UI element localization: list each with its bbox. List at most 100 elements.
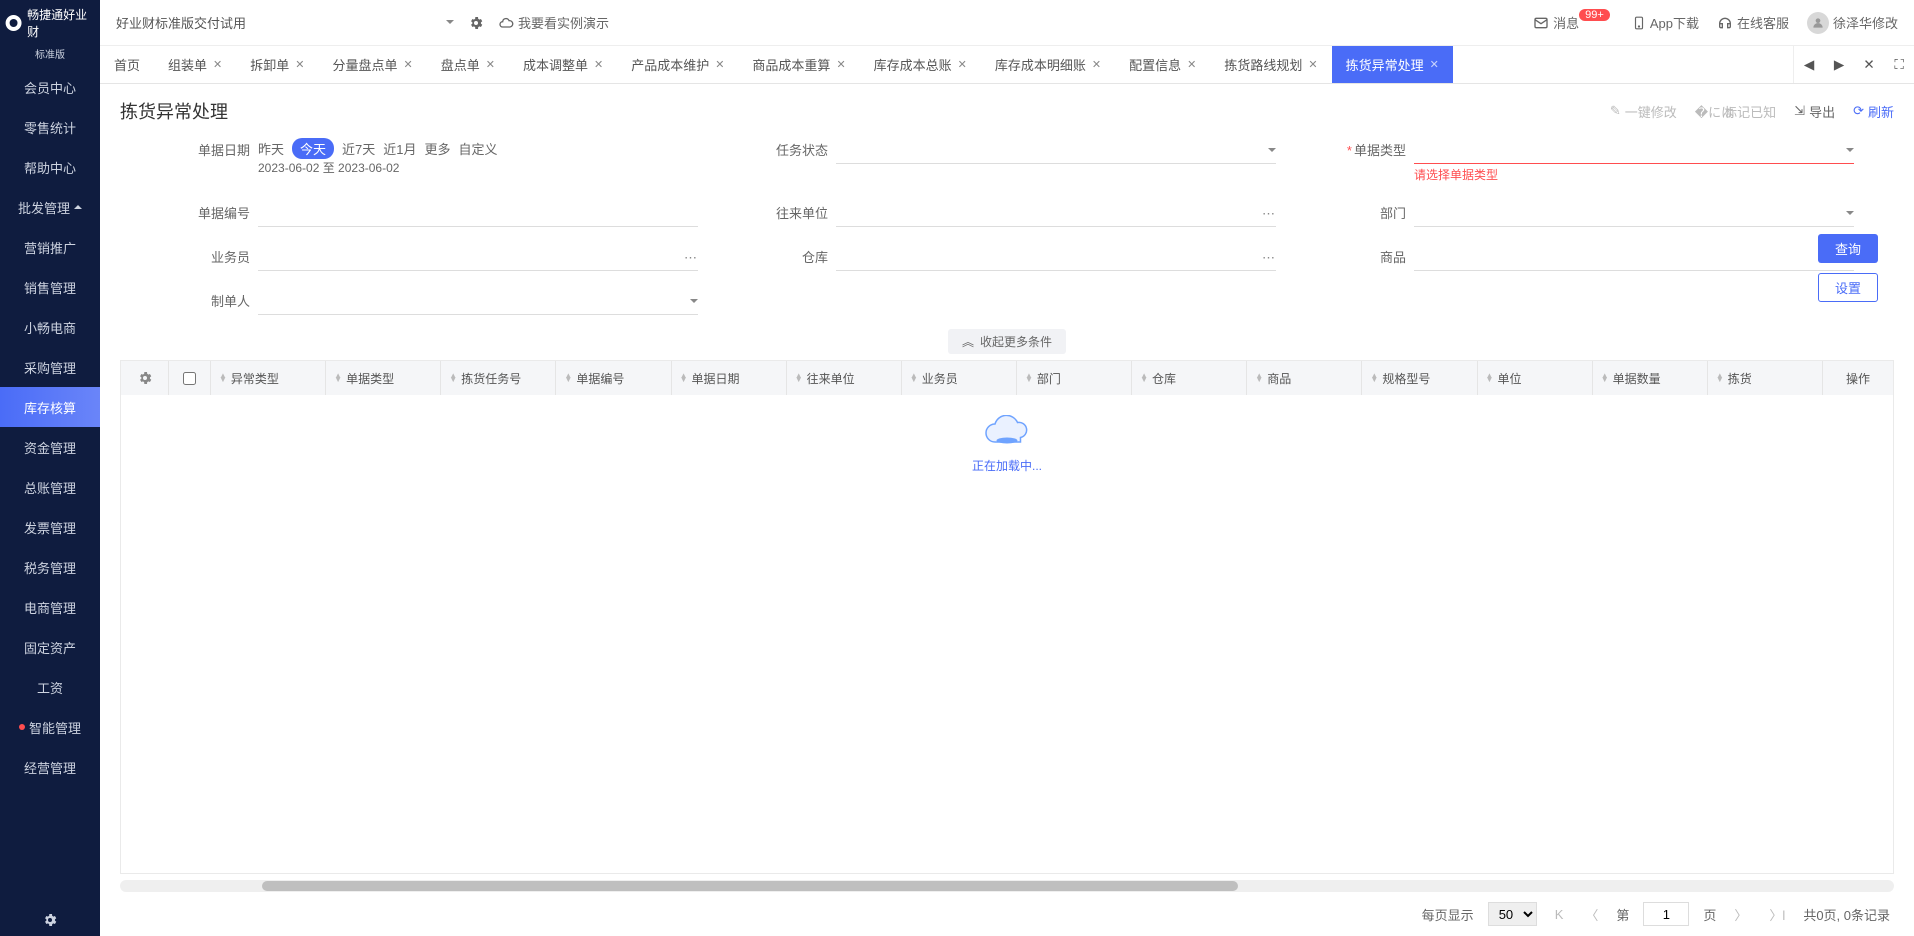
tab-prev-button[interactable]: ◀: [1794, 46, 1824, 83]
sidebar-item-15[interactable]: 工资: [0, 667, 100, 707]
messages-button[interactable]: 消息 99+: [1533, 13, 1614, 32]
sidebar-item-17[interactable]: 经营管理: [0, 747, 100, 787]
sidebar-item-2[interactable]: 帮助中心: [0, 147, 100, 187]
tab-12[interactable]: 拣货异常处理✕: [1332, 46, 1453, 83]
sidebar-item-3[interactable]: 批发管理: [0, 187, 100, 227]
col-header-7[interactable]: ▲▼部门: [1017, 361, 1132, 395]
partner-picker[interactable]: ⋯: [836, 201, 1276, 227]
date-chip-0[interactable]: 昨天: [258, 139, 284, 158]
refresh-button[interactable]: ⟳ 刷新: [1853, 102, 1894, 121]
date-chip-2[interactable]: 近7天: [342, 139, 375, 158]
tab-5[interactable]: 成本调整单✕: [509, 46, 617, 83]
date-chip-3[interactable]: 近1月: [383, 139, 416, 158]
tab-close-icon[interactable]: ✕: [213, 58, 222, 71]
sidebar-item-10[interactable]: 总账管理: [0, 467, 100, 507]
select-all-cell[interactable]: [169, 361, 211, 395]
col-header-2[interactable]: ▲▼拣货任务号: [441, 361, 556, 395]
fullscreen-button[interactable]: ⛶: [1884, 46, 1914, 83]
col-header-10[interactable]: ▲▼规格型号: [1362, 361, 1477, 395]
settings-button[interactable]: 设置: [1818, 273, 1878, 302]
mark-known-button[interactable]: �には 标记已知: [1695, 102, 1776, 121]
date-chip-1[interactable]: 今天: [292, 138, 334, 159]
settings-gear-icon[interactable]: [42, 912, 58, 928]
tab-4[interactable]: 盘点单✕: [427, 46, 509, 83]
export-button[interactable]: ⇲ 导出: [1794, 102, 1835, 121]
scrollbar-thumb[interactable]: [262, 881, 1238, 891]
tab-7[interactable]: 商品成本重算✕: [738, 46, 859, 83]
tab-11[interactable]: 拣货路线规划✕: [1210, 46, 1331, 83]
per-page-select[interactable]: 50: [1488, 902, 1537, 926]
prev-page-button[interactable]: 〈: [1581, 905, 1602, 924]
tab-8[interactable]: 库存成本总账✕: [860, 46, 981, 83]
date-chip-4[interactable]: 更多: [425, 139, 451, 158]
col-header-3[interactable]: ▲▼单据编号: [556, 361, 671, 395]
tab-3[interactable]: 分量盘点单✕: [318, 46, 426, 83]
doc-no-input[interactable]: [258, 201, 698, 227]
col-header-0[interactable]: ▲▼异常类型: [211, 361, 326, 395]
sidebar-item-16[interactable]: 智能管理: [0, 707, 100, 747]
collapse-filters-button[interactable]: ︽ 收起更多条件: [948, 329, 1066, 354]
tab-close-icon[interactable]: ✕: [1430, 58, 1439, 71]
sidebar-item-12[interactable]: 税务管理: [0, 547, 100, 587]
tab-close-icon[interactable]: ✕: [594, 58, 603, 71]
next-page-button[interactable]: 〉: [1730, 905, 1751, 924]
col-header-11[interactable]: ▲▼单位: [1478, 361, 1593, 395]
user-menu[interactable]: 徐泽华修改: [1807, 12, 1898, 34]
last-page-button[interactable]: 〉l: [1765, 905, 1789, 924]
tab-0[interactable]: 首页: [100, 46, 154, 83]
doc-type-select[interactable]: [1414, 138, 1854, 164]
salesman-picker[interactable]: ⋯: [258, 245, 698, 271]
product-picker[interactable]: ⋯: [1414, 245, 1854, 271]
sidebar-item-6[interactable]: 小畅电商: [0, 307, 100, 347]
tab-close-icon[interactable]: ✕: [836, 58, 845, 71]
query-button[interactable]: 查询: [1818, 234, 1878, 263]
tab-close-icon[interactable]: ✕: [715, 58, 724, 71]
tab-10[interactable]: 配置信息✕: [1115, 46, 1210, 83]
app-download-button[interactable]: App下载: [1632, 13, 1699, 32]
tab-close-icon[interactable]: ✕: [486, 58, 495, 71]
sidebar-item-8[interactable]: 库存核算: [0, 387, 100, 427]
col-header-1[interactable]: ▲▼单据类型: [326, 361, 441, 395]
tab-9[interactable]: 库存成本明细账✕: [981, 46, 1115, 83]
tab-1[interactable]: 组装单✕: [154, 46, 236, 83]
col-header-6[interactable]: ▲▼业务员: [902, 361, 1017, 395]
sidebar-item-14[interactable]: 固定资产: [0, 627, 100, 667]
col-header-12[interactable]: ▲▼单据数量: [1593, 361, 1708, 395]
horizontal-scrollbar[interactable]: [120, 880, 1894, 892]
tab-6[interactable]: 产品成本维护✕: [617, 46, 738, 83]
demo-link[interactable]: 我要看实例演示: [498, 13, 609, 32]
tab-close-icon[interactable]: ✕: [1308, 58, 1317, 71]
sidebar-item-1[interactable]: 零售统计: [0, 107, 100, 147]
sidebar-item-7[interactable]: 采购管理: [0, 347, 100, 387]
global-settings-icon[interactable]: [468, 15, 484, 31]
sidebar-item-11[interactable]: 发票管理: [0, 507, 100, 547]
tab-close-icon[interactable]: ✕: [1187, 58, 1196, 71]
sidebar-item-5[interactable]: 销售管理: [0, 267, 100, 307]
sidebar-item-0[interactable]: 会员中心: [0, 67, 100, 107]
batch-edit-button[interactable]: ✎ 一键修改: [1610, 102, 1677, 121]
customer-service-button[interactable]: 在线客服: [1717, 13, 1789, 32]
tab-2[interactable]: 拆卸单✕: [236, 46, 318, 83]
table-settings-cell[interactable]: [121, 361, 169, 395]
col-header-13[interactable]: ▲▼拣货: [1708, 361, 1823, 395]
creator-select[interactable]: [258, 289, 698, 315]
warehouse-picker[interactable]: ⋯: [836, 245, 1276, 271]
col-header-4[interactable]: ▲▼单据日期: [672, 361, 787, 395]
page-input[interactable]: [1643, 902, 1689, 926]
sidebar-item-13[interactable]: 电商管理: [0, 587, 100, 627]
task-status-select[interactable]: [836, 138, 1276, 164]
col-header-5[interactable]: ▲▼往来单位: [787, 361, 902, 395]
dept-select[interactable]: [1414, 201, 1854, 227]
tab-close-icon[interactable]: ✕: [958, 58, 967, 71]
sidebar-item-4[interactable]: 营销推广: [0, 227, 100, 267]
col-header-8[interactable]: ▲▼仓库: [1132, 361, 1247, 395]
col-header-9[interactable]: ▲▼商品: [1247, 361, 1362, 395]
select-all-checkbox[interactable]: [183, 372, 196, 385]
tab-close-all-button[interactable]: ✕: [1854, 46, 1884, 83]
product-switch[interactable]: 好业财标准版交付试用: [116, 13, 454, 32]
sidebar-item-9[interactable]: 资金管理: [0, 427, 100, 467]
tab-next-button[interactable]: ▶: [1824, 46, 1854, 83]
tab-close-icon[interactable]: ✕: [295, 58, 304, 71]
date-chip-5[interactable]: 自定义: [459, 139, 498, 158]
tab-close-icon[interactable]: ✕: [1092, 58, 1101, 71]
